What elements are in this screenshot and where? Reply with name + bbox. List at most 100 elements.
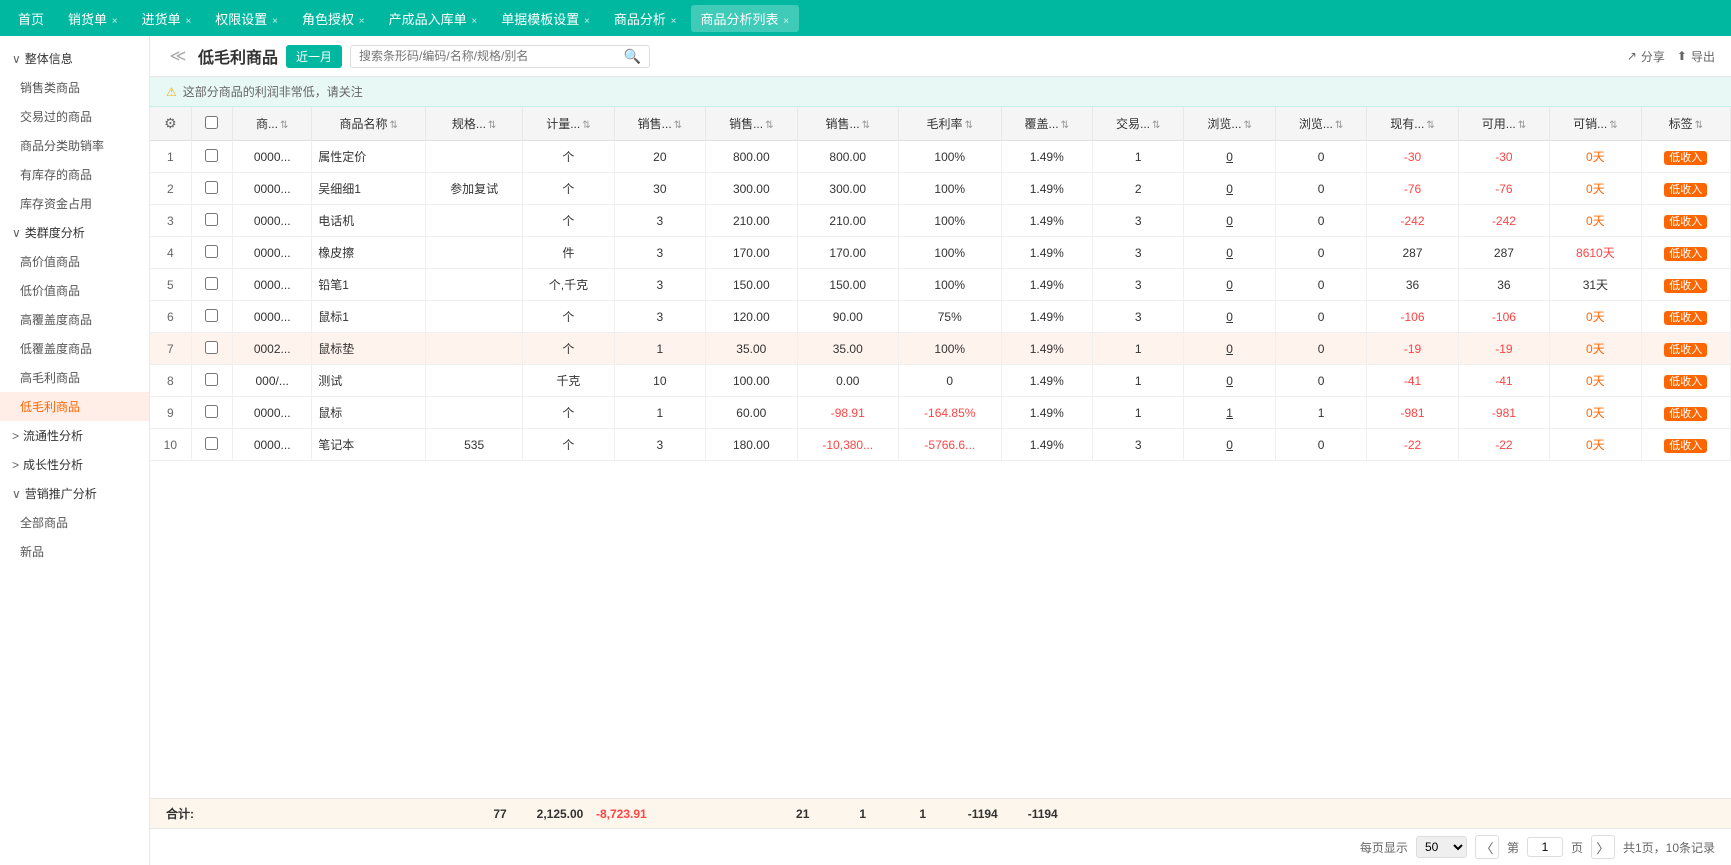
cell-tag[interactable]: 低收入 [1641, 237, 1730, 269]
cell-tag[interactable]: 低收入 [1641, 365, 1730, 397]
cell-view1[interactable]: 0 [1184, 429, 1275, 461]
cell-checkbox[interactable] [191, 205, 232, 237]
sidebar-item-销售类商品[interactable]: 销售类商品 [0, 73, 149, 102]
sidebar-item-高价值商品[interactable]: 高价值商品 [0, 247, 149, 276]
cell-tag[interactable]: 低收入 [1641, 205, 1730, 237]
col-header-sales_profit[interactable]: 销售...⇅ [797, 107, 898, 141]
cell-view1[interactable]: 0 [1184, 365, 1275, 397]
nav-item-销货单[interactable]: 销货单 × [58, 5, 128, 32]
nav-item-首页[interactable]: 首页 [8, 5, 54, 32]
nav-close-icon[interactable]: × [781, 16, 790, 27]
sidebar-item-低价值商品[interactable]: 低价值商品 [0, 276, 149, 305]
row-checkbox[interactable] [205, 405, 218, 418]
nav-close-icon[interactable]: × [469, 16, 478, 27]
sidebar-item-商品分类助销率[interactable]: 商品分类助销率 [0, 131, 149, 160]
col-header-tag[interactable]: 标签⇅ [1641, 107, 1730, 141]
view-link[interactable]: 0 [1226, 278, 1233, 292]
nav-close-icon[interactable]: × [269, 16, 278, 27]
cell-tag[interactable]: 低收入 [1641, 333, 1730, 365]
nav-item-单据模板设置[interactable]: 单据模板设置 × [491, 5, 600, 32]
col-header-view2[interactable]: 浏览...⇅ [1275, 107, 1366, 141]
col-header-view1[interactable]: 浏览...⇅ [1184, 107, 1275, 141]
date-filter-button[interactable]: 近一月 [286, 45, 342, 68]
row-checkbox[interactable] [205, 245, 218, 258]
cell-tag[interactable]: 低收入 [1641, 173, 1730, 205]
nav-item-角色授权[interactable]: 角色授权 × [292, 5, 375, 32]
row-checkbox[interactable] [205, 277, 218, 290]
sidebar-item-高覆盖度商品[interactable]: 高覆盖度商品 [0, 305, 149, 334]
cell-view1[interactable]: 0 [1184, 237, 1275, 269]
select-all-checkbox[interactable] [205, 116, 218, 129]
row-checkbox[interactable] [205, 437, 218, 450]
col-header-code[interactable]: 商...⇅ [233, 107, 312, 141]
cell-view1[interactable]: 0 [1184, 173, 1275, 205]
row-checkbox[interactable] [205, 213, 218, 226]
row-checkbox[interactable] [205, 149, 218, 162]
per-page-select[interactable]: 50 20 100 [1416, 836, 1467, 858]
cell-checkbox[interactable] [191, 365, 232, 397]
col-header-available[interactable]: 可用...⇅ [1458, 107, 1549, 141]
view-link[interactable]: 1 [1226, 406, 1233, 420]
col-header-sales_qty[interactable]: 销售...⇅ [614, 107, 705, 141]
cell-checkbox[interactable] [191, 269, 232, 301]
sidebar-item-高毛利商品[interactable]: 高毛利商品 [0, 363, 149, 392]
sidebar-item-全部商品[interactable]: 全部商品 [0, 508, 149, 537]
col-header-name[interactable]: 商品名称⇅ [312, 107, 426, 141]
view-link[interactable]: 0 [1226, 214, 1233, 228]
cell-view1[interactable]: 0 [1184, 301, 1275, 333]
sidebar-group-营销推广分析[interactable]: ∨营销推广分析 [0, 479, 149, 508]
sidebar-group-整体信息[interactable]: ∨整体信息 [0, 44, 149, 73]
nav-close-icon[interactable]: × [581, 16, 590, 27]
nav-item-产成品入库单[interactable]: 产成品入库单 × [379, 5, 488, 32]
row-checkbox[interactable] [205, 309, 218, 322]
sidebar-item-交易过的商品[interactable]: 交易过的商品 [0, 102, 149, 131]
row-checkbox[interactable] [205, 373, 218, 386]
cell-view1[interactable]: 0 [1184, 141, 1275, 173]
row-checkbox[interactable] [205, 341, 218, 354]
cell-view1[interactable]: 0 [1184, 205, 1275, 237]
cell-checkbox[interactable] [191, 429, 232, 461]
nav-item-商品分析列表[interactable]: 商品分析列表 × [691, 5, 800, 32]
col-header-spec[interactable]: 规格...⇅ [426, 107, 523, 141]
page-input[interactable] [1527, 837, 1563, 857]
settings-icon[interactable]: ⚙ [164, 115, 177, 131]
nav-close-icon[interactable]: × [183, 16, 192, 27]
col-header-unit[interactable]: 计量...⇅ [523, 107, 614, 141]
col-header-saleable[interactable]: 可销...⇅ [1550, 107, 1641, 141]
export-button[interactable]: ⬆ 导出 [1677, 48, 1715, 65]
cell-view1[interactable]: 0 [1184, 269, 1275, 301]
nav-item-进货单[interactable]: 进货单 × [132, 5, 202, 32]
prev-page-button[interactable]: 〈 [1475, 835, 1499, 859]
cell-tag[interactable]: 低收入 [1641, 429, 1730, 461]
cell-view1[interactable]: 0 [1184, 333, 1275, 365]
row-checkbox[interactable] [205, 181, 218, 194]
search-input[interactable] [359, 49, 624, 63]
share-button[interactable]: ↗ 分享 [1627, 48, 1665, 65]
sidebar-collapse-button[interactable]: ≪ [166, 44, 190, 68]
next-page-button[interactable]: 〉 [1591, 835, 1615, 859]
sidebar-group-成长性分析[interactable]: >成长性分析 [0, 450, 149, 479]
sidebar-item-低覆盖度商品[interactable]: 低覆盖度商品 [0, 334, 149, 363]
cell-checkbox[interactable] [191, 333, 232, 365]
sidebar-group-类群度分析[interactable]: ∨类群度分析 [0, 218, 149, 247]
nav-item-权限设置[interactable]: 权限设置 × [205, 5, 288, 32]
nav-close-icon[interactable]: × [356, 16, 365, 27]
view-link[interactable]: 0 [1226, 182, 1233, 196]
col-header-transaction[interactable]: 交易...⇅ [1092, 107, 1183, 141]
view-link[interactable]: 0 [1226, 374, 1233, 388]
cell-checkbox[interactable] [191, 397, 232, 429]
cell-tag[interactable]: 低收入 [1641, 141, 1730, 173]
sidebar-item-库存资金占用[interactable]: 库存资金占用 [0, 189, 149, 218]
search-icon[interactable]: 🔍 [624, 48, 641, 65]
col-header-current[interactable]: 现有...⇅ [1367, 107, 1458, 141]
nav-close-icon[interactable]: × [668, 16, 677, 27]
view-link[interactable]: 0 [1226, 438, 1233, 452]
cell-checkbox[interactable] [191, 237, 232, 269]
sidebar-item-新品[interactable]: 新品 [0, 537, 149, 566]
view-link[interactable]: 0 [1226, 310, 1233, 324]
sidebar-item-低毛利商品[interactable]: 低毛利商品 [0, 392, 149, 421]
nav-item-商品分析[interactable]: 商品分析 × [604, 5, 687, 32]
cell-view1[interactable]: 1 [1184, 397, 1275, 429]
cell-tag[interactable]: 低收入 [1641, 397, 1730, 429]
cell-tag[interactable]: 低收入 [1641, 301, 1730, 333]
